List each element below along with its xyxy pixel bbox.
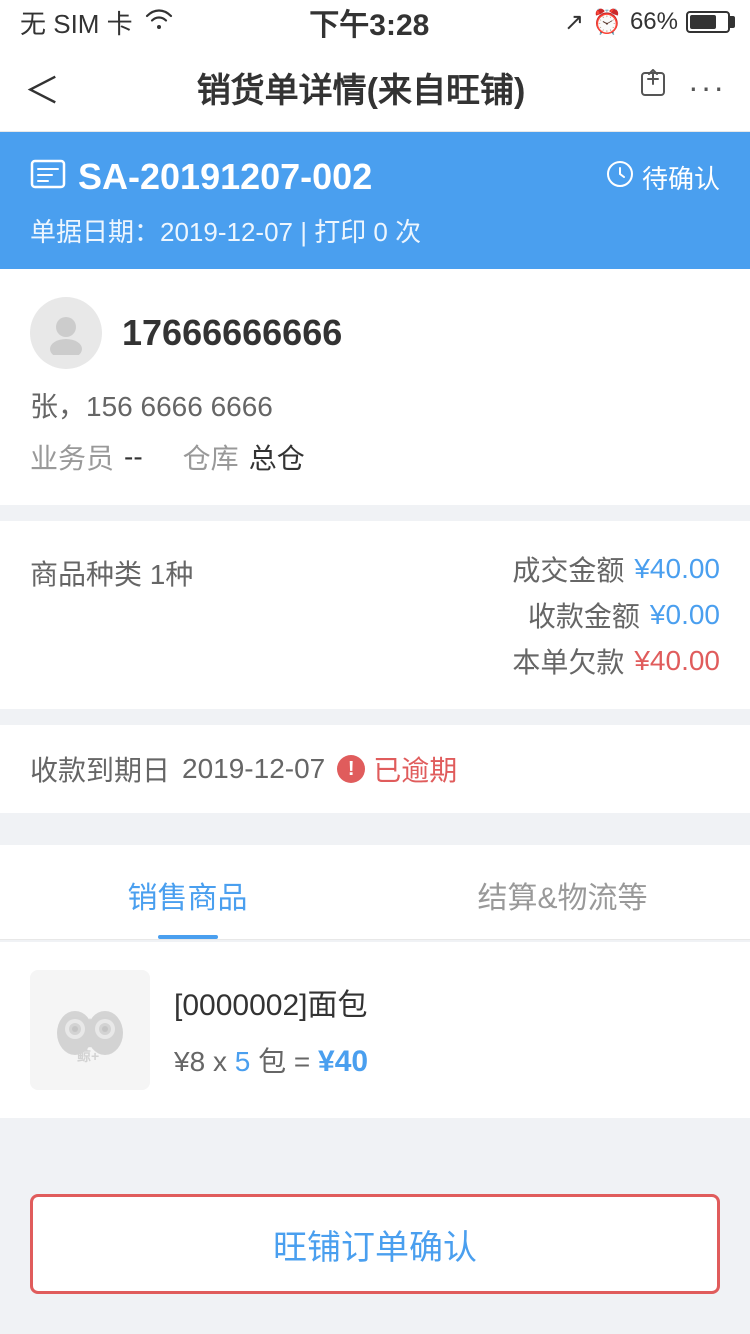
order-icon (30, 156, 66, 198)
deal-amount-label: 成交金额 (512, 549, 624, 589)
confirm-button-label: 旺铺订单确认 (273, 1220, 477, 1269)
product-total: ¥40 (318, 1045, 368, 1078)
salesperson-item: 业务员 -- (30, 437, 143, 477)
product-unit: 包 (258, 1046, 286, 1077)
confirm-button-wrapper: 旺铺订单确认 (30, 1194, 720, 1294)
due-date-value: 2019-12-07 (182, 753, 325, 785)
clock-icon (606, 160, 634, 195)
battery-percent: 66% (630, 8, 678, 36)
more-icon[interactable]: ··· (688, 69, 726, 106)
salesperson-label: 业务员 (30, 437, 114, 477)
tab-settlement-logistics[interactable]: 结算&物流等 (375, 845, 750, 939)
warehouse-label: 仓库 (183, 437, 239, 477)
amount-section: 商品种类 1种 成交金额 ¥40.00 收款金额 ¥0.00 本单欠款 ¥40.… (0, 521, 750, 709)
deal-amount-value: ¥40.00 (634, 553, 720, 585)
deal-amount-line: 成交金额 ¥40.00 (512, 549, 720, 589)
order-banner-top: SA-20191207-002 待确认 (30, 156, 720, 198)
nav-bar: ＜ 销货单详情(来自旺铺) ··· (0, 44, 750, 132)
due-date-label: 收款到期日 (30, 749, 170, 789)
warehouse-item: 仓库 总仓 (183, 437, 305, 477)
product-price: ¥8 x 5 包 = ¥40 (174, 1040, 720, 1080)
product-item: 鲸+ [0000002]面包 ¥8 x 5 包 = ¥40 (0, 942, 750, 1119)
amount-grid: 商品种类 1种 成交金额 ¥40.00 收款金额 ¥0.00 本单欠款 ¥40.… (30, 549, 720, 681)
avatar (30, 297, 102, 369)
location-icon: ↗ (564, 8, 584, 37)
overdue-badge: ! 已逾期 (337, 749, 457, 789)
salesperson-value: -- (124, 441, 143, 473)
product-type-value: 1种 (150, 553, 194, 593)
status-left: 无 SIM 卡 (20, 4, 175, 41)
price-equals: = (294, 1046, 318, 1077)
tabs-row: 销售商品 结算&物流等 (0, 845, 750, 939)
share-icon[interactable] (638, 69, 668, 107)
amounts-right: 成交金额 ¥40.00 收款金额 ¥0.00 本单欠款 ¥40.00 (512, 549, 720, 681)
order-id: SA-20191207-002 (30, 156, 372, 198)
tab-sales-products[interactable]: 销售商品 (0, 845, 375, 939)
order-status: 待确认 (606, 159, 720, 196)
customer-top: 17666666666 (30, 297, 720, 369)
product-type-label: 商品种类 (30, 553, 142, 593)
warehouse-value: 总仓 (249, 437, 305, 477)
receipt-amount-line: 收款金额 ¥0.00 (528, 595, 720, 635)
order-banner: SA-20191207-002 待确认 单据日期：2019-12-07 | 打印… (0, 132, 750, 269)
price-multiply: x (213, 1046, 235, 1077)
back-button[interactable]: ＜ (24, 62, 84, 114)
overdue-label: 已逾期 (373, 749, 457, 789)
product-list: 鲸+ [0000002]面包 ¥8 x 5 包 = ¥40 (0, 942, 750, 1119)
price-value: ¥8 (174, 1046, 205, 1077)
alarm-icon: ⏰ (592, 8, 622, 37)
status-text: 待确认 (642, 159, 720, 196)
battery-icon (686, 11, 730, 33)
debt-amount-label: 本单欠款 (512, 641, 624, 681)
debt-amount-line: 本单欠款 ¥40.00 (512, 641, 720, 681)
carrier-label: 无 SIM 卡 (20, 4, 133, 41)
customer-section: 17666666666 张，156 6666 6666 业务员 -- 仓库 总仓 (0, 269, 750, 505)
product-name: [0000002]面包 (174, 980, 720, 1024)
product-info: [0000002]面包 ¥8 x 5 包 = ¥40 (174, 980, 720, 1080)
tabs-section: 销售商品 结算&物流等 (0, 845, 750, 940)
product-qty: 5 (235, 1046, 251, 1077)
status-time: 下午3:28 (309, 0, 429, 44)
page-title: 销货单详情(来自旺铺) (84, 63, 638, 112)
overdue-icon: ! (337, 755, 365, 783)
status-bar: 无 SIM 卡 下午3:28 ↗ ⏰ 66% (0, 0, 750, 44)
product-thumbnail: 鲸+ (30, 970, 150, 1090)
customer-phone: 17666666666 (122, 312, 342, 354)
order-id-text: SA-20191207-002 (78, 156, 372, 198)
receipt-amount-label: 收款金额 (528, 595, 640, 635)
customer-meta: 业务员 -- 仓库 总仓 (30, 437, 720, 477)
divider-2 (0, 709, 750, 725)
debt-amount-value: ¥40.00 (634, 645, 720, 677)
confirm-order-button[interactable]: 旺铺订单确认 (30, 1194, 720, 1294)
receipt-amount-value: ¥0.00 (650, 599, 720, 631)
battery-fill (690, 15, 716, 29)
customer-name: 张，156 6666 6666 (30, 385, 720, 425)
product-type-area: 商品种类 1种 (30, 549, 512, 593)
svg-text:鲸+: 鲸+ (77, 1048, 99, 1064)
status-right: ↗ ⏰ 66% (564, 8, 730, 37)
divider-1 (0, 505, 750, 521)
wifi-icon (143, 7, 175, 38)
order-date: 单据日期：2019-12-07 | 打印 0 次 (30, 212, 720, 249)
due-section: 收款到期日 2019-12-07 ! 已逾期 (0, 725, 750, 813)
divider-3 (0, 813, 750, 829)
nav-actions: ··· (638, 69, 726, 107)
